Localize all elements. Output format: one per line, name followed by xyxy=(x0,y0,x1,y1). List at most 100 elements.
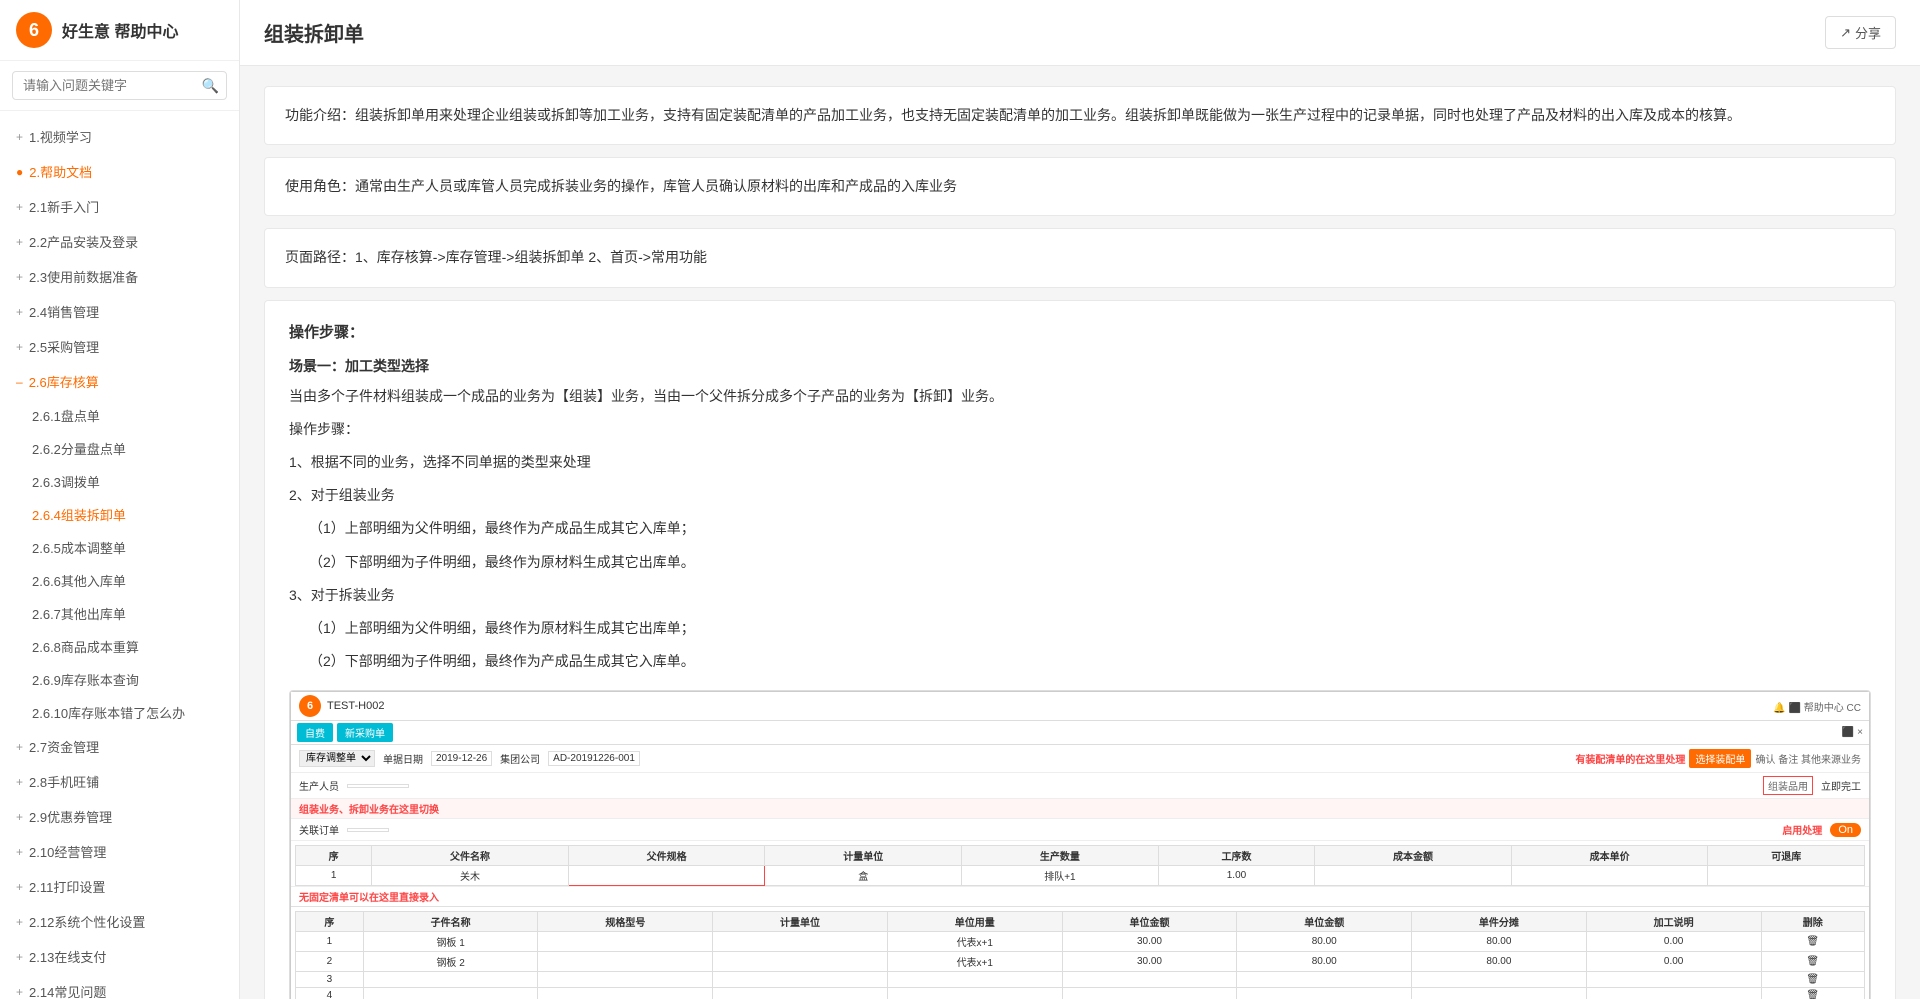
mock-th-parent-name: 父件名称 xyxy=(372,846,569,866)
mock-type-field[interactable]: 组装品用 xyxy=(1763,776,1813,795)
sidebar: 6 好生意 帮助中心 🔍 + 1.视频学习 ● 2.帮助文档 + 2.1新手入门… xyxy=(0,0,240,999)
mock-on-toggle[interactable]: On xyxy=(1830,823,1861,837)
mock-sub-row-3: 3🗑 xyxy=(296,972,1865,988)
main-header: 组装拆卸单 ↗ 分享 xyxy=(240,0,1920,66)
plus-icon-22: + xyxy=(16,235,23,249)
mock-sub-row-4: 4🗑 xyxy=(296,988,1865,999)
mock-select-btn[interactable]: 选择装配单 xyxy=(1689,749,1751,768)
mock-date-label: 单据日期 xyxy=(383,751,423,766)
sidebar-sub-266[interactable]: 2.6.6其他入库单 xyxy=(0,564,239,597)
steps-section: 操作步骤： 场景一：加工类型选择 当由多个子件材料组装成一个成品的业务为【组装】… xyxy=(264,300,1896,999)
sidebar-item-docs[interactable]: ● 2.帮助文档 xyxy=(0,154,239,189)
annotation1-text: 有装配清单的在这里处理 xyxy=(1575,751,1685,766)
search-button[interactable]: 🔍 xyxy=(202,77,219,94)
page-title: 组装拆卸单 xyxy=(264,18,364,47)
mock-form-type: 库存调整单 xyxy=(299,750,375,767)
path-text: 页面路径：1、库存核算->库存管理->组装拆卸单 2、首页->常用功能 xyxy=(285,245,1875,270)
logo-text: 好生意 帮助中心 xyxy=(62,18,178,42)
plus-icon-25: + xyxy=(16,340,23,354)
mock-confirm-area: 立即完工 xyxy=(1821,778,1861,793)
sidebar-item-212[interactable]: + 2.12系统个性化设置 xyxy=(0,904,239,939)
plus-icon-212: + xyxy=(16,915,23,929)
sidebar-item-24[interactable]: + 2.4销售管理 xyxy=(0,294,239,329)
logo-icon: 6 xyxy=(16,12,52,48)
plus-icon: + xyxy=(16,130,23,144)
plus-icon-21: + xyxy=(16,200,23,214)
sidebar-item-22[interactable]: + 2.2产品安装及登录 xyxy=(0,224,239,259)
sidebar-nav: + 1.视频学习 ● 2.帮助文档 + 2.1新手入门 + 2.2产品安装及登录… xyxy=(0,111,239,999)
plus-icon-211: + xyxy=(16,880,23,894)
role-text: 使用角色：通常由生产人员或库管人员完成拆装业务的操作，库管人员确认原材料的出库和… xyxy=(285,174,1875,199)
scenario1-desc: 当由多个子件材料组装成一个成品的业务为【组装】业务，当由一个父件拆分成多个子产品… xyxy=(289,384,1871,409)
mock-qty-label: 关联订单 xyxy=(299,822,339,837)
table-row: 1 关木 盒 排队+1 1.00 xyxy=(296,866,1865,886)
mock-th-parent-spec: 父件规格 xyxy=(568,846,765,866)
mock-tab-new[interactable]: 新采购单 xyxy=(337,723,393,742)
intro-text: 功能介绍：组装拆卸单用来处理企业组装或拆卸等加工业务，支持有固定装配清单的产品加… xyxy=(285,103,1875,128)
mock-th-qty: 生产数量 xyxy=(962,846,1159,866)
sidebar-item-29[interactable]: + 2.9优惠券管理 xyxy=(0,799,239,834)
app-logo: 6 xyxy=(299,695,321,717)
minus-icon-26: – xyxy=(16,375,23,389)
sidebar-item-25[interactable]: + 2.5采购管理 xyxy=(0,329,239,364)
sidebar-item-210[interactable]: + 2.10经营管理 xyxy=(0,834,239,869)
sidebar-item-213[interactable]: + 2.13在线支付 xyxy=(0,939,239,974)
sidebar-item-26[interactable]: – 2.6库存核算 xyxy=(0,364,239,399)
step3: 3、对于拆装业务 xyxy=(289,583,1871,608)
plus-icon-24: + xyxy=(16,305,23,319)
mock-parent-spec-cell[interactable] xyxy=(568,866,765,886)
sidebar-item-video[interactable]: + 1.视频学习 xyxy=(0,119,239,154)
sidebar-item-21[interactable]: + 2.1新手入门 xyxy=(0,189,239,224)
share-button[interactable]: ↗ 分享 xyxy=(1825,16,1896,49)
sidebar-item-214[interactable]: + 2.14常见问题 xyxy=(0,974,239,999)
steps-heading: 操作步骤： xyxy=(289,321,1871,342)
scenario1-heading: 场景一：加工类型选择 xyxy=(289,356,1871,376)
sidebar-sub-2610[interactable]: 2.6.10库存账本错了怎么办 xyxy=(0,696,239,729)
sidebar-item-211[interactable]: + 2.11打印设置 xyxy=(0,869,239,904)
sidebar-sub-261[interactable]: 2.6.1盘点单 xyxy=(0,399,239,432)
mock-type-select[interactable]: 库存调整单 xyxy=(299,750,375,767)
sidebar-sub-262[interactable]: 2.6.2分量盘点单 xyxy=(0,432,239,465)
plus-icon-210: + xyxy=(16,845,23,859)
main-area: 组装拆卸单 ↗ 分享 功能介绍：组装拆卸单用来处理企业组装或拆卸等加工业务，支持… xyxy=(240,0,1920,999)
sidebar-sub-268[interactable]: 2.6.8商品成本重算 xyxy=(0,630,239,663)
mock-assembly-value[interactable]: AD-20191226-001 xyxy=(548,751,640,766)
mock-sub-row-1: 1钢板 1代表x+130.0080.0080.000.00🗑 xyxy=(296,932,1865,952)
step1: 1、根据不同的业务，选择不同单据的类型来处理 xyxy=(289,450,1871,475)
sidebar-sub-269[interactable]: 2.6.9库存账本查询 xyxy=(0,663,239,696)
step3-1: （1）上部明细为父件明细，最终作为原材料生成其它出库单； xyxy=(309,616,1871,641)
share-icon: ↗ xyxy=(1840,25,1851,41)
app-id: TEST-H002 xyxy=(327,700,384,712)
sidebar-item-28[interactable]: + 2.8手机旺铺 xyxy=(0,764,239,799)
sidebar-sub-263[interactable]: 2.6.3调拨单 xyxy=(0,465,239,498)
mock-num-field[interactable] xyxy=(347,784,409,788)
plus-icon-29: + xyxy=(16,810,23,824)
mock-sub-row-2: 2钢板 2代表x+130.0080.0080.000.00🗑 xyxy=(296,952,1865,972)
sidebar-sub-267[interactable]: 2.6.7其他出库单 xyxy=(0,597,239,630)
sidebar-item-23[interactable]: + 2.3使用前数据准备 xyxy=(0,259,239,294)
mock-qty-field[interactable] xyxy=(347,828,389,832)
step2: 2、对于组装业务 xyxy=(289,483,1871,508)
sidebar-header: 6 好生意 帮助中心 xyxy=(0,0,239,61)
role-box: 使用角色：通常由生产人员或库管人员完成拆装业务的操作，库管人员确认原材料的出库和… xyxy=(264,157,1896,216)
search-input[interactable] xyxy=(12,71,227,100)
mock-num-label: 生产人员 xyxy=(299,778,339,793)
mock-table: 序 父件名称 父件规格 计量单位 生产数量 工序数 成本金额 成本单价 可退库 xyxy=(295,845,1865,886)
minus-icon: ● xyxy=(16,165,23,179)
app-toolbar-icons: 🔔 ⬛ 帮助中心 CC xyxy=(1773,699,1861,714)
mock-tab-zifei[interactable]: 自费 xyxy=(297,723,333,742)
mock-th-returnable: 可退库 xyxy=(1708,846,1865,866)
mock-more-btns: 确认 备注 其他来源业务 xyxy=(1755,751,1861,766)
sidebar-sub-265[interactable]: 2.6.5成本调整单 xyxy=(0,531,239,564)
sidebar-item-27[interactable]: + 2.7资金管理 xyxy=(0,729,239,764)
main-content: 功能介绍：组装拆卸单用来处理企业组装或拆卸等加工业务，支持有固定装配清单的产品加… xyxy=(240,66,1920,999)
annotation2-text: 组装业务、拆卸业务在这里切换 xyxy=(299,801,439,816)
mock-sub-table: 序 子件名称 规格型号 计量单位 单位用量 单位金额 单位金额 单件分摊 加工说… xyxy=(295,911,1865,999)
mock-date-value[interactable]: 2019-12-26 xyxy=(431,751,492,766)
plus-icon-23: + xyxy=(16,270,23,284)
plus-icon-214: + xyxy=(16,985,23,999)
screenshot-container: 6 TEST-H002 🔔 ⬛ 帮助中心 CC 自费 新采购单 ⬛ × xyxy=(289,690,1871,999)
sidebar-sub-264[interactable]: 2.6.4组装拆卸单 xyxy=(0,498,239,531)
path-box: 页面路径：1、库存核算->库存管理->组装拆卸单 2、首页->常用功能 xyxy=(264,228,1896,287)
mock-th-unit: 计量单位 xyxy=(765,846,962,866)
